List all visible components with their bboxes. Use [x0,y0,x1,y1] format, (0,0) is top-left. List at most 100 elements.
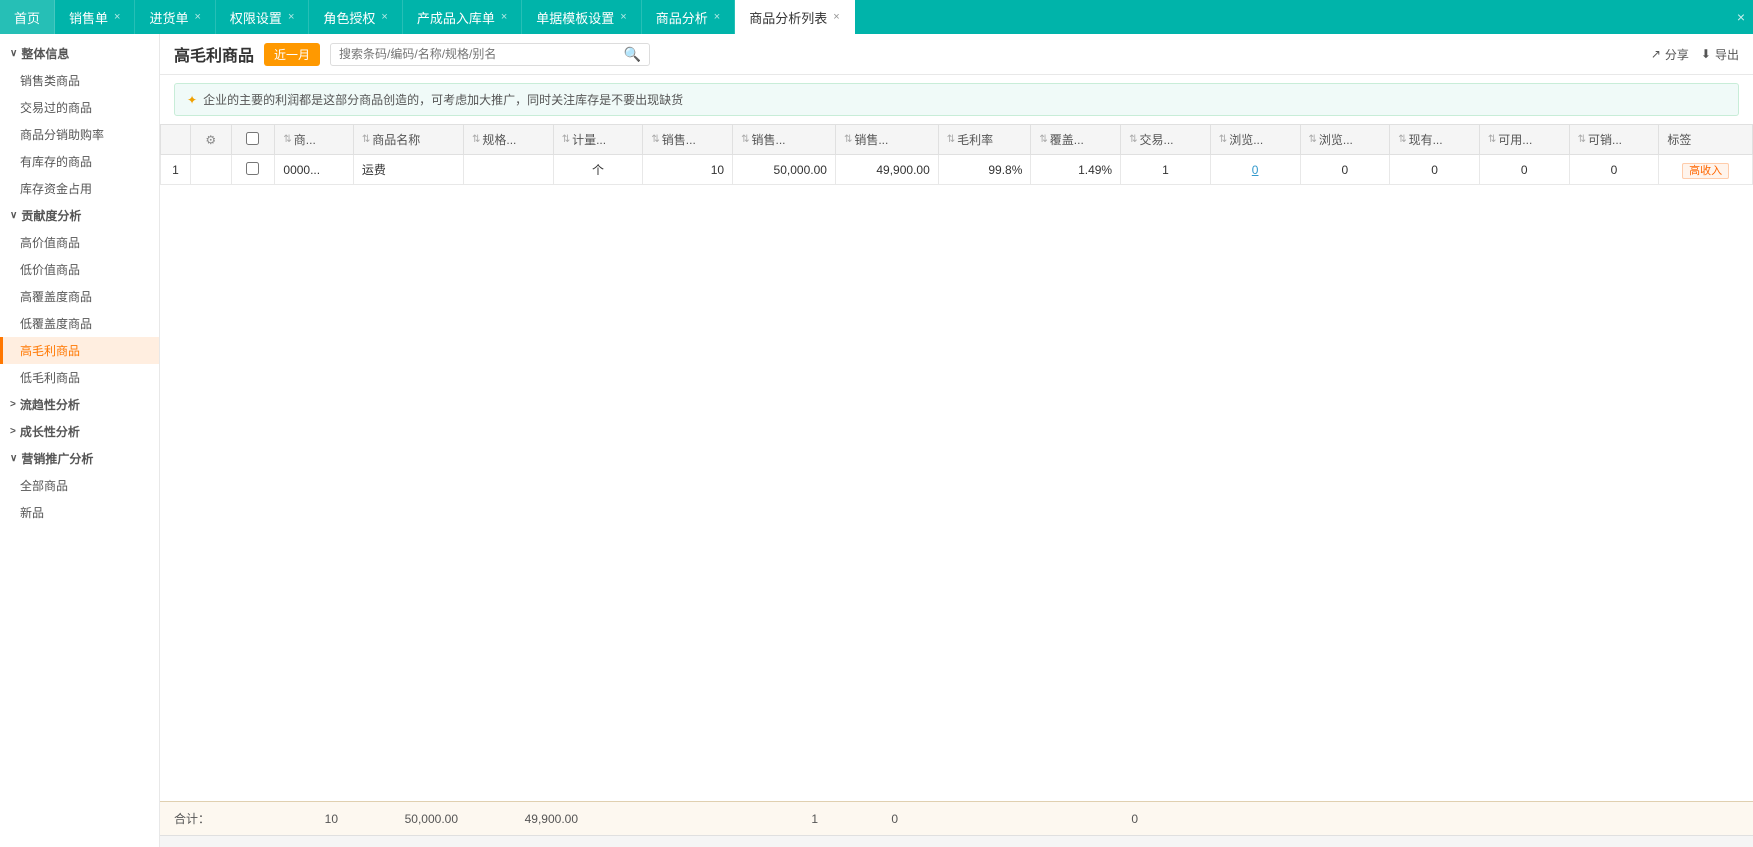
sort-icon-sales_profit[interactable]: ⇅ [844,134,852,145]
sidebar-group-label-1: 贡献度分析 [21,207,81,224]
col-label-current_stock: 现有... [1409,131,1443,148]
sidebar-group-1[interactable]: ∨贡献度分析 [0,202,159,229]
col-header-unit[interactable]: ⇅计量... [553,125,643,155]
info-text: 企业的主要的利润都是这部分商品创造的，可考虑加大推广，同时关注库存是不要出现缺货 [203,91,683,108]
header-actions: ↗ 分享 ⬇ 导出 [1651,46,1739,63]
cell-browse1-0[interactable]: 0 [1210,155,1300,185]
nav-close-icon-1[interactable]: × [114,11,120,23]
sort-icon-unit[interactable]: ⇅ [562,134,570,145]
nav-close-icon-6[interactable]: × [620,11,626,23]
cell-gross_margin-0: 99.8% [938,155,1031,185]
horizontal-scrollbar[interactable] [160,835,1753,847]
search-input[interactable] [339,47,624,61]
footer-sales-profit: 49,900.00 [474,812,594,826]
sidebar-item-1-1[interactable]: 低价值商品 [0,256,159,283]
footer-browse1: 0 [834,812,914,826]
sort-icon-browse2[interactable]: ⇅ [1309,134,1317,145]
sidebar-item-1-5[interactable]: 低毛利商品 [0,364,159,391]
col-label-transaction: 交易... [1139,131,1173,148]
sidebar-group-2[interactable]: > 流趋性分析 [0,391,159,418]
col-header-gross_margin[interactable]: ⇅毛利率 [938,125,1031,155]
sidebar-group-3[interactable]: >成长性分析 [0,418,159,445]
col-header-browse2[interactable]: ⇅浏览... [1300,125,1390,155]
share-button[interactable]: ↗ 分享 [1651,46,1689,63]
share-icon: ↗ [1651,47,1661,61]
sidebar-item-4-1[interactable]: 新品 [0,499,159,526]
sidebar-group-0[interactable]: ∨整体信息 [0,40,159,67]
col-header-sales_amount[interactable]: ⇅销售... [733,125,836,155]
nav-close-icon-2[interactable]: × [194,11,200,23]
group-arrow-4: ∨ [10,453,17,464]
sort-icon-spec[interactable]: ⇅ [472,134,480,145]
nav-item-8[interactable]: 商品分析列表× [735,0,854,34]
group-arrow-2: > [10,399,16,410]
sort-icon-name[interactable]: ⇅ [362,134,370,145]
col-label-unit: 计量... [572,131,606,148]
table-footer: 合计： 10 50,000.00 49,900.00 1 0 0 [160,801,1753,835]
col-header-name[interactable]: ⇅商品名称 [353,125,463,155]
col-header-sales_qty[interactable]: ⇅销售... [643,125,733,155]
sidebar-item-0-3[interactable]: 有库存的商品 [0,148,159,175]
sort-icon-browse1[interactable]: ⇅ [1219,134,1227,145]
col-header-browse1[interactable]: ⇅浏览... [1210,125,1300,155]
sort-icon-sales_amount[interactable]: ⇅ [741,134,749,145]
nav-item-2[interactable]: 进货单× [135,0,215,34]
nav-close-icon-4[interactable]: × [381,11,387,23]
col-header-available_stock[interactable]: ⇅可用... [1479,125,1569,155]
sort-icon-gross_margin[interactable]: ⇅ [947,134,955,145]
col-header-code[interactable]: ⇅商... [275,125,353,155]
nav-close-icon-8[interactable]: × [833,11,839,23]
nav-item-6[interactable]: 单据模板设置× [522,0,641,34]
search-icon[interactable]: 🔍 [624,46,641,63]
sidebar-group-4[interactable]: ∨营销推广分析 [0,445,159,472]
sort-icon-coverage[interactable]: ⇅ [1039,134,1047,145]
col-header-current_stock[interactable]: ⇅现有... [1390,125,1480,155]
row-checkbox-0[interactable] [246,162,259,175]
col-header-checkbox [231,125,275,155]
select-all-checkbox[interactable] [246,132,259,145]
nav-item-1[interactable]: 销售单× [55,0,135,34]
sidebar-group-label-2: 流趋性分析 [20,396,80,413]
window-controls: × [1729,9,1753,25]
row-num-0: 1 [161,155,191,185]
sort-icon-transaction[interactable]: ⇅ [1129,134,1137,145]
footer-values: 10 50,000.00 49,900.00 1 0 0 [234,812,1739,826]
col-header-transaction[interactable]: ⇅交易... [1121,125,1211,155]
nav-close-icon-7[interactable]: × [714,11,720,23]
nav-close-icon-3[interactable]: × [288,11,294,23]
sort-icon-sellable_stock[interactable]: ⇅ [1578,134,1586,145]
sidebar-item-1-0[interactable]: 高价值商品 [0,229,159,256]
sidebar-item-0-0[interactable]: 销售类商品 [0,67,159,94]
sidebar-item-1-3[interactable]: 低覆盖度商品 [0,310,159,337]
nav-item-4[interactable]: 角色授权× [309,0,402,34]
sidebar-item-0-1[interactable]: 交易过的商品 [0,94,159,121]
nav-item-3[interactable]: 权限设置× [216,0,309,34]
col-label-coverage: 覆盖... [1050,131,1084,148]
sort-icon-sales_qty[interactable]: ⇅ [651,134,659,145]
sidebar-item-1-4[interactable]: 高毛利商品 [0,337,159,364]
sort-icon-available_stock[interactable]: ⇅ [1488,134,1496,145]
col-header-spec[interactable]: ⇅规格... [464,125,554,155]
window-close-icon[interactable]: × [1737,9,1745,25]
col-header-sellable_stock[interactable]: ⇅可销... [1569,125,1659,155]
cell-checkbox-0[interactable] [231,155,275,185]
nav-item-5[interactable]: 产成品入库单× [403,0,522,34]
nav-close-icon-5[interactable]: × [501,11,507,23]
cell-spec-0 [464,155,554,185]
cell-sales_qty-0: 10 [643,155,733,185]
sort-icon-current_stock[interactable]: ⇅ [1398,134,1406,145]
sidebar-item-4-0[interactable]: 全部商品 [0,472,159,499]
filter-button[interactable]: 近一月 [264,43,320,66]
sidebar-item-0-4[interactable]: 库存资金占用 [0,175,159,202]
export-button[interactable]: ⬇ 导出 [1701,46,1739,63]
col-header-sales_profit[interactable]: ⇅销售... [835,125,938,155]
col-label-sales_amount: 销售... [752,131,786,148]
col-header-coverage[interactable]: ⇅覆盖... [1031,125,1121,155]
nav-item-7[interactable]: 商品分析× [642,0,735,34]
cell-sellable_stock-0: 0 [1569,155,1659,185]
sidebar-item-0-2[interactable]: 商品分销助购率 [0,121,159,148]
nav-item-0[interactable]: 首页 [0,0,55,34]
sidebar-item-1-2[interactable]: 高覆盖度商品 [0,283,159,310]
settings-icon[interactable]: ⚙ [205,133,216,147]
sort-icon-code[interactable]: ⇅ [283,134,291,145]
